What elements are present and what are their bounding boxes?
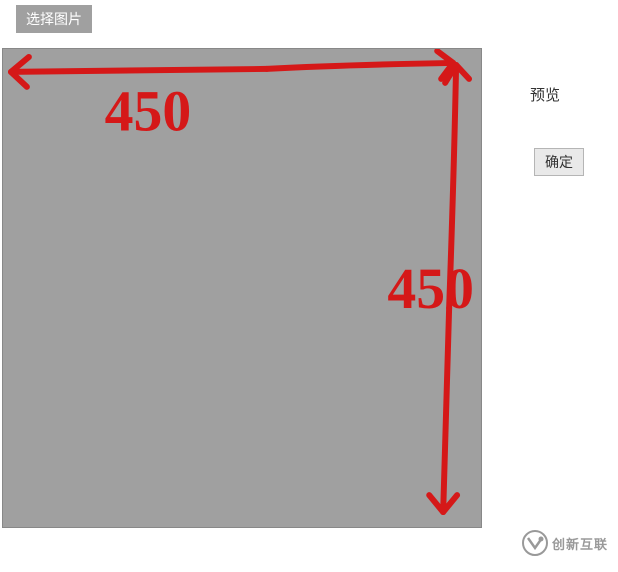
watermark: 创新互联	[522, 530, 608, 556]
watermark-text: 创新互联	[552, 534, 608, 553]
select-image-button[interactable]: 选择图片	[16, 5, 92, 33]
height-annotation: 450	[387, 258, 474, 321]
annotation-overlay: 450 450	[3, 49, 481, 527]
preview-label: 预览	[530, 84, 560, 105]
width-annotation: 450	[105, 81, 192, 144]
logo-icon	[522, 530, 548, 556]
image-canvas[interactable]: 450 450	[2, 48, 482, 528]
confirm-button[interactable]: 确定	[534, 148, 584, 176]
